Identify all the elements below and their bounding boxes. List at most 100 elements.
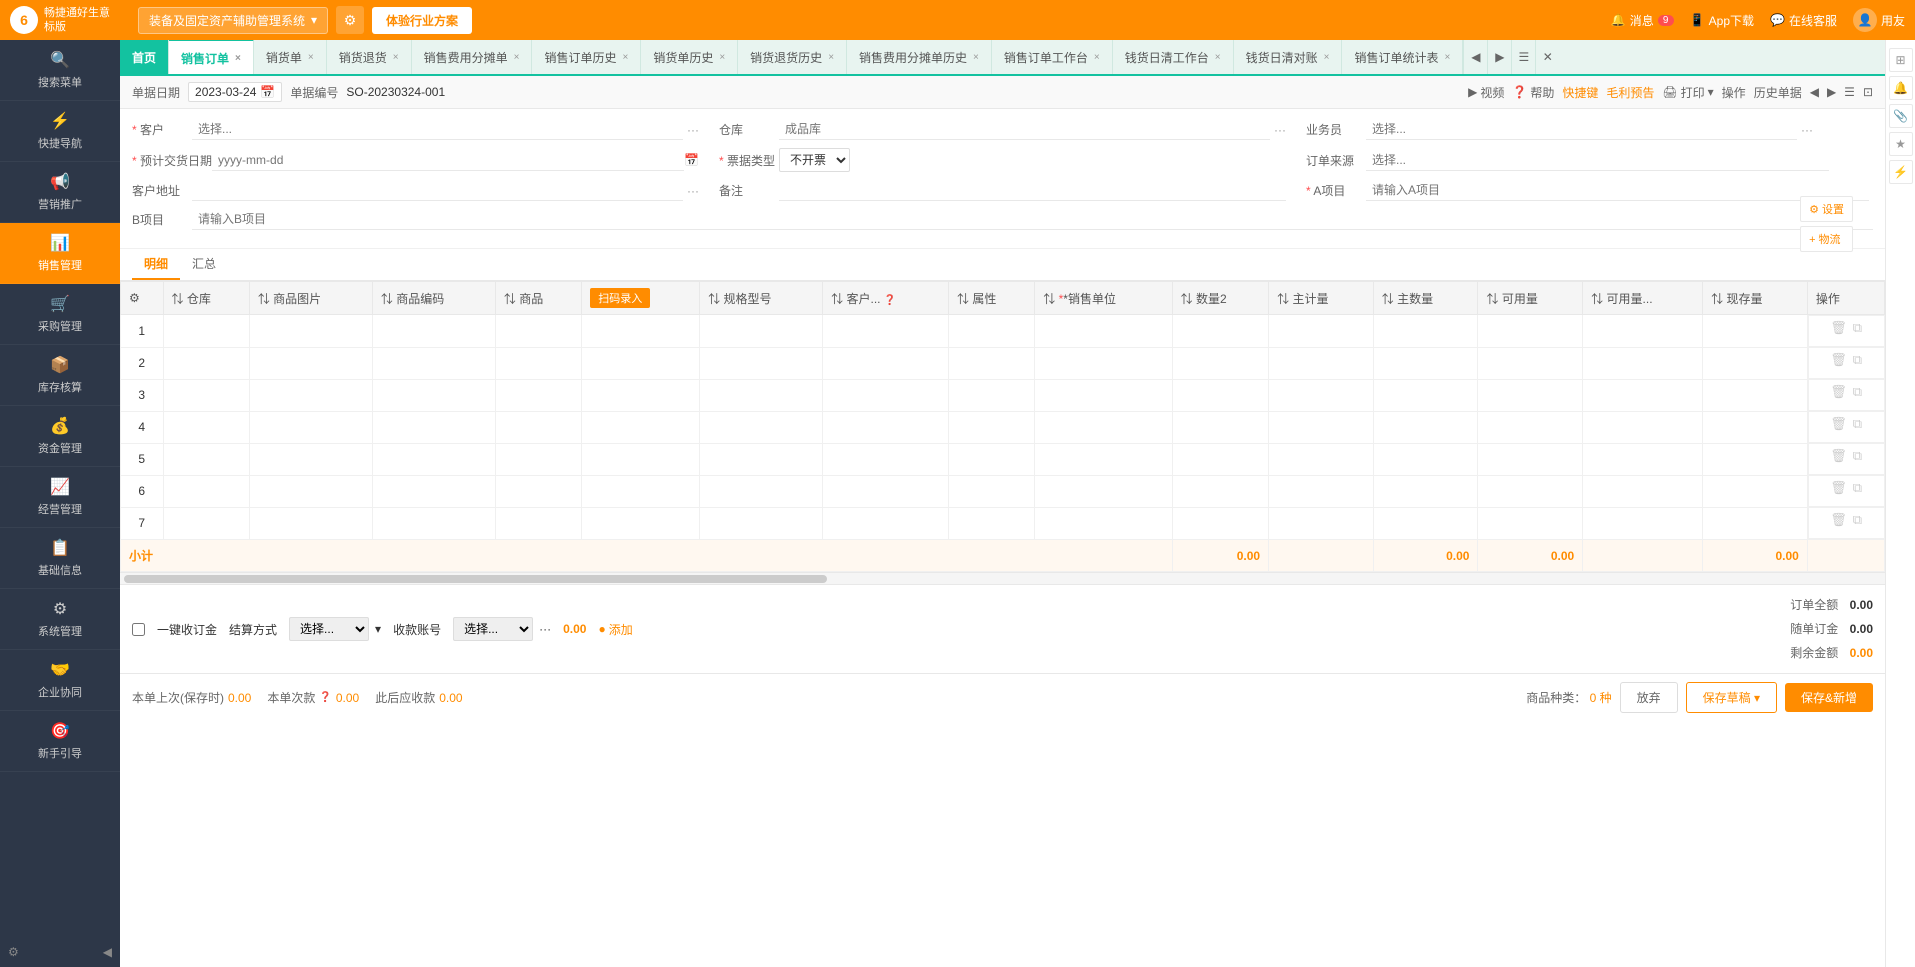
copy-icon[interactable]: ⧉ bbox=[1853, 384, 1862, 406]
online-service-btn[interactable]: 💬 在线客服 bbox=[1770, 12, 1837, 29]
discard-btn[interactable]: 放弃 bbox=[1620, 682, 1678, 713]
view-mode-btn[interactable]: ☰ bbox=[1844, 85, 1855, 99]
tab-close-icon[interactable]: × bbox=[235, 53, 241, 64]
sidebar-item-marketing[interactable]: 📢 营销推广 bbox=[0, 162, 120, 223]
b-project-input[interactable] bbox=[192, 209, 1873, 230]
view-btn[interactable]: ▶ 视频 bbox=[1468, 84, 1504, 101]
delete-icon[interactable]: 🗑 bbox=[1830, 448, 1847, 470]
sidebar-item-search[interactable]: 🔍 搜索菜单 bbox=[0, 40, 120, 101]
one-click-checkbox[interactable] bbox=[132, 623, 145, 636]
print-btn[interactable]: 🖨 打印 ▾ bbox=[1662, 84, 1713, 101]
right-panel-icon-3[interactable]: 📎 bbox=[1889, 104, 1913, 128]
sidebar-item-guide[interactable]: 🎯 新手引导 bbox=[0, 711, 120, 772]
right-panel-icon-2[interactable]: 🔔 bbox=[1889, 76, 1913, 100]
sidebar-settings-icon[interactable]: ⚙ bbox=[8, 945, 19, 959]
right-panel-icon-5[interactable]: ⚡ bbox=[1889, 160, 1913, 184]
tab-close-icon[interactable]: × bbox=[393, 52, 399, 63]
date-field[interactable]: 2023-03-24 📅 bbox=[188, 82, 282, 102]
sidebar-item-operation[interactable]: 📈 经营管理 bbox=[0, 467, 120, 528]
address-dots[interactable]: ··· bbox=[687, 184, 699, 198]
page-prev-btn[interactable]: ◀ bbox=[1810, 85, 1819, 99]
tab-sales-order-workbench[interactable]: 销售订单工作台 × bbox=[992, 40, 1113, 75]
scroll-thumb[interactable] bbox=[124, 575, 827, 583]
save-new-btn[interactable]: 保存&新增 bbox=[1785, 683, 1873, 712]
copy-icon[interactable]: ⧉ bbox=[1853, 320, 1862, 342]
add-btn[interactable]: ● 添加 bbox=[598, 621, 632, 638]
tab-next-btn[interactable]: ▶ bbox=[1487, 40, 1511, 75]
salesperson-dots[interactable]: ··· bbox=[1801, 123, 1813, 137]
warehouse-input[interactable] bbox=[779, 119, 1270, 140]
tab-sales-expense[interactable]: 销售费用分摊单 × bbox=[412, 40, 533, 75]
copy-icon[interactable]: ⧉ bbox=[1853, 480, 1862, 502]
sidebar-item-finance[interactable]: 💰 资金管理 bbox=[0, 406, 120, 467]
payment-select[interactable]: 选择... bbox=[289, 617, 369, 641]
tab-close-icon[interactable]: × bbox=[308, 52, 314, 63]
tab-detail[interactable]: 明细 bbox=[132, 249, 180, 280]
sidebar-item-enterprise[interactable]: 🤝 企业协同 bbox=[0, 650, 120, 711]
th-available1[interactable]: ⇅ 可用量 bbox=[1478, 282, 1583, 315]
invoice-select[interactable]: 不开票 bbox=[779, 148, 850, 172]
page-next-btn[interactable]: ▶ bbox=[1827, 85, 1836, 99]
salesperson-input[interactable] bbox=[1366, 119, 1797, 140]
help-btn[interactable]: ❓ 帮助 bbox=[1512, 84, 1554, 101]
sidebar-item-sales[interactable]: 📊 销售管理 bbox=[0, 223, 120, 284]
th-code[interactable]: ⇅ 商品编码 bbox=[372, 282, 495, 315]
copy-icon[interactable]: ⧉ bbox=[1853, 448, 1862, 470]
th-main-qty[interactable]: ⇅ 主数量 bbox=[1373, 282, 1478, 315]
delete-icon[interactable]: 🗑 bbox=[1830, 352, 1847, 374]
tab-close-icon[interactable]: × bbox=[973, 52, 979, 63]
delivery-input[interactable] bbox=[212, 150, 684, 171]
tab-close-icon[interactable]: × bbox=[514, 52, 520, 63]
history-btn[interactable]: 历史单据 bbox=[1754, 84, 1802, 101]
th-attribute[interactable]: ⇅ 属性 bbox=[948, 282, 1034, 315]
sidebar-item-inventory[interactable]: 📦 库存核算 bbox=[0, 345, 120, 406]
tab-close-icon[interactable]: × bbox=[1094, 52, 1100, 63]
th-warehouse[interactable]: ⇅ 仓库 bbox=[163, 282, 249, 315]
sidebar-item-system[interactable]: ⚙ 系统管理 bbox=[0, 589, 120, 650]
customer-input[interactable] bbox=[192, 119, 683, 140]
tab-menu-btn[interactable]: ☰ bbox=[1511, 40, 1535, 75]
a-project-input[interactable] bbox=[1366, 180, 1869, 201]
tab-close-all-btn[interactable]: ✕ bbox=[1535, 40, 1559, 75]
shortcut-btn[interactable]: 快捷键 bbox=[1562, 84, 1598, 101]
tab-close-icon[interactable]: × bbox=[622, 52, 628, 63]
tab-summary[interactable]: 汇总 bbox=[180, 249, 228, 280]
tab-close-icon[interactable]: × bbox=[1215, 52, 1221, 63]
tab-prev-btn[interactable]: ◀ bbox=[1463, 40, 1487, 75]
tab-sales-return[interactable]: 销货退货 × bbox=[327, 40, 412, 75]
th-spec[interactable]: ⇅ 规格型号 bbox=[700, 282, 823, 315]
delete-icon[interactable]: 🗑 bbox=[1830, 320, 1847, 342]
copy-icon[interactable]: ⧉ bbox=[1853, 512, 1862, 534]
th-current-stock[interactable]: ⇅ 现存量 bbox=[1703, 282, 1808, 315]
sidebar-item-quicknav[interactable]: ⚡ 快捷导航 bbox=[0, 101, 120, 162]
tab-cash-workbench[interactable]: 钱货日清工作台 × bbox=[1113, 40, 1234, 75]
tab-close-icon[interactable]: × bbox=[1444, 52, 1450, 63]
tab-close-icon[interactable]: × bbox=[719, 52, 725, 63]
user-btn[interactable]: 👤 用友 bbox=[1853, 8, 1905, 32]
table-scrollbar[interactable] bbox=[120, 572, 1885, 584]
warehouse-dots[interactable]: ··· bbox=[1274, 123, 1286, 137]
sidebar-item-basic[interactable]: 📋 基础信息 bbox=[0, 528, 120, 589]
tab-sales-bill[interactable]: 销货单 × bbox=[254, 40, 327, 75]
right-panel-icon-4[interactable]: ★ bbox=[1889, 132, 1913, 156]
fullscreen-btn[interactable]: ⊡ bbox=[1863, 85, 1873, 99]
tab-close-icon[interactable]: × bbox=[1324, 52, 1330, 63]
system-selector[interactable]: 装备及固定资产辅助管理系统 ▾ bbox=[138, 7, 328, 34]
right-panel-icon-1[interactable]: ⊞ bbox=[1889, 48, 1913, 72]
profit-btn[interactable]: 毛利预告 bbox=[1606, 84, 1654, 101]
account-dots[interactable]: ··· bbox=[539, 622, 551, 636]
save-draft-btn[interactable]: 保存草稿 ▾ bbox=[1686, 682, 1777, 713]
customer-dots[interactable]: ··· bbox=[687, 123, 699, 137]
copy-icon[interactable]: ⧉ bbox=[1853, 352, 1862, 374]
tab-sales-return-history[interactable]: 销货退货历史 × bbox=[738, 40, 847, 75]
address-input[interactable] bbox=[192, 180, 683, 201]
tab-sales-bill-history[interactable]: 销货单历史 × bbox=[641, 40, 738, 75]
th-main-unit[interactable]: ⇅ 主计量 bbox=[1269, 282, 1374, 315]
tab-sales-stats[interactable]: 销售订单统计表 × bbox=[1342, 40, 1463, 75]
sidebar-collapse-icon[interactable]: ◀ bbox=[103, 945, 112, 959]
th-scan[interactable]: 扫码录入 bbox=[582, 282, 700, 315]
industry-btn[interactable]: 体验行业方案 bbox=[372, 7, 472, 34]
delete-icon[interactable]: 🗑 bbox=[1830, 512, 1847, 534]
sidebar-item-purchase[interactable]: 🛒 采购管理 bbox=[0, 284, 120, 345]
notification-btn[interactable]: 🔔 消息 9 bbox=[1611, 12, 1674, 29]
